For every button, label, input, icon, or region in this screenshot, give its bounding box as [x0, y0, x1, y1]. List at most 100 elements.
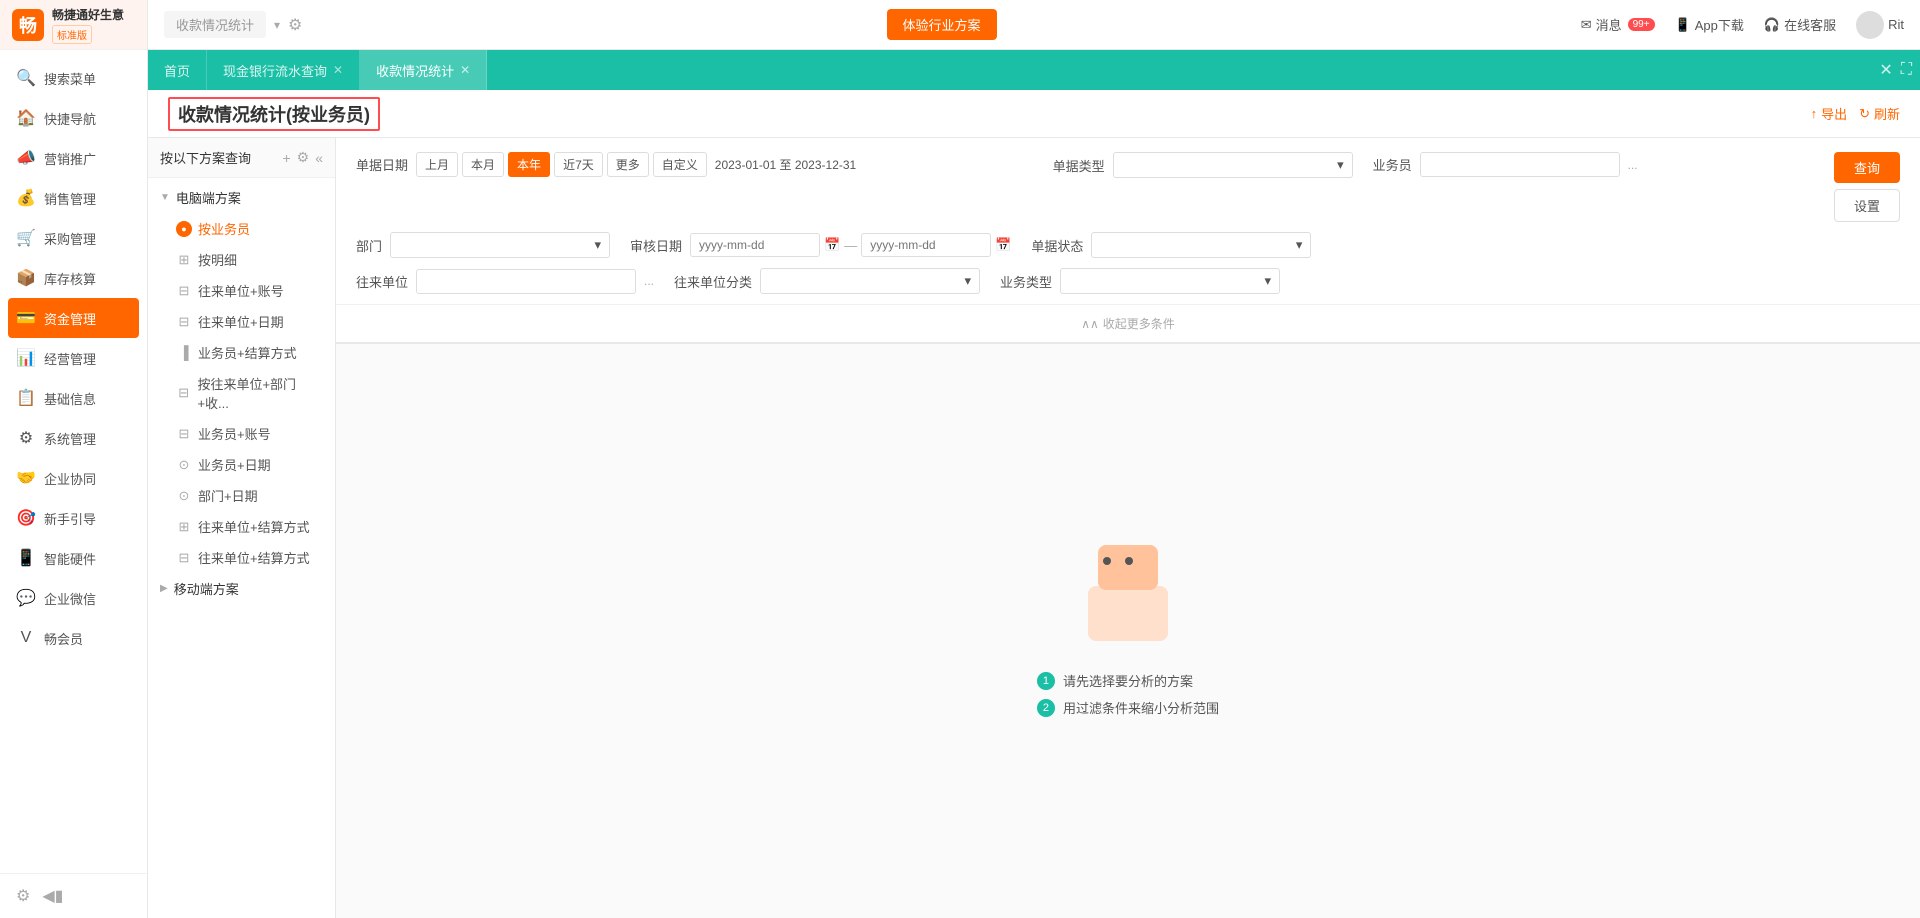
sidebar-item-hardware[interactable]: 📱智能硬件: [0, 538, 147, 578]
scheme-settings-icon[interactable]: ⚙: [297, 149, 310, 166]
collapse-bar[interactable]: ∧∧ 收起更多条件: [336, 304, 1920, 342]
scheme-group-title-移动端方案[interactable]: ▶移动端方案: [148, 573, 335, 604]
online-service-item[interactable]: 🎧 在线客服: [1764, 15, 1836, 34]
sidebar-item-inventory[interactable]: 📦库存核算: [0, 258, 147, 298]
group-expand-icon: ▶: [160, 583, 168, 594]
refresh-button[interactable]: ↻ 刷新: [1859, 104, 1900, 123]
scheme-item-部门+日期[interactable]: ⊙部门+日期: [148, 480, 335, 511]
scheme-item-业务员+结算方式[interactable]: ▐业务员+结算方式: [148, 337, 335, 368]
user-item[interactable]: Rit: [1856, 11, 1904, 39]
partner-more-icon[interactable]: ...: [644, 274, 654, 288]
sidebar: 畅 畅捷通好生意 标准版 🔍搜索菜单🏠快捷导航📣营销推广💰销售管理🛒采购管理📦库…: [0, 0, 148, 918]
salesman-more-icon[interactable]: ...: [1628, 158, 1638, 172]
scheme-header: 按以下方案查询 + ⚙ «: [148, 138, 335, 178]
group-label: 电脑端方案: [176, 188, 241, 207]
collapse-chevron: ∧∧: [1081, 317, 1099, 331]
date-btn-自定义[interactable]: 自定义: [653, 152, 707, 177]
app-download-item[interactable]: 📱 App下载: [1675, 15, 1744, 34]
calendar-icon-2[interactable]: 📅: [995, 237, 1011, 253]
scheme-group-title-电脑端方案[interactable]: ▼电脑端方案: [148, 182, 335, 213]
main-area: 收款情况统计 ▾ ⚙ 体验行业方案 ✉ 消息 99+ 📱 App下载 🎧 在线客…: [148, 0, 1920, 918]
date-btn-上月[interactable]: 上月: [416, 152, 458, 177]
date-btn-本年[interactable]: 本年: [508, 152, 550, 177]
sidebar-item-search[interactable]: 🔍搜索菜单: [0, 58, 147, 98]
review-date-end[interactable]: [861, 233, 991, 257]
scheme-item-按明细[interactable]: ⊞按明细: [148, 244, 335, 275]
nav-icon-search: 🔍: [16, 68, 36, 88]
scheme-item-往来单位+结算方式[interactable]: ⊟往来单位+结算方式: [148, 542, 335, 573]
scheme-item-按往来单位+部门+收...[interactable]: ⊟按往来单位+部门+收...: [148, 368, 335, 418]
sidebar-item-guide[interactable]: 🎯新手引导: [0, 498, 147, 538]
sidebar-item-finance[interactable]: 💳资金管理: [8, 298, 139, 338]
export-button[interactable]: ↑ 导出: [1811, 104, 1848, 123]
scheme-add-icon[interactable]: +: [282, 150, 290, 166]
dept-select[interactable]: ▾: [390, 232, 610, 258]
scheme-item-业务员+日期[interactable]: ⊙业务员+日期: [148, 449, 335, 480]
doc-status-select[interactable]: ▾: [1091, 232, 1311, 258]
biz-type-arrow: ▾: [1265, 273, 1272, 289]
scheme-item-按业务员[interactable]: ●按业务员: [148, 213, 335, 244]
scheme-item-label: 业务员+日期: [198, 455, 271, 474]
window-close-icon[interactable]: ✕: [1879, 60, 1892, 80]
scheme-collapse-icon[interactable]: «: [315, 150, 323, 166]
collapse-sidebar-icon[interactable]: ◀▮: [42, 886, 63, 906]
sidebar-item-wechat[interactable]: 💬企业微信: [0, 578, 147, 618]
scheme-item-往来单位+结算方式[interactable]: ⊞往来单位+结算方式: [148, 511, 335, 542]
message-item[interactable]: ✉ 消息 99+: [1581, 15, 1655, 34]
header-gear-icon[interactable]: ⚙: [288, 15, 302, 35]
sidebar-item-vip[interactable]: V畅会员: [0, 618, 147, 658]
nav-icon-vip: V: [16, 628, 36, 648]
scheme-item-业务员+账号[interactable]: ⊟业务员+账号: [148, 418, 335, 449]
review-date-start[interactable]: [690, 233, 820, 257]
biz-type-select[interactable]: ▾: [1060, 268, 1280, 294]
salesman-input[interactable]: [1429, 157, 1611, 172]
scheme-panel: 按以下方案查询 + ⚙ « ▼电脑端方案●按业务员⊞按明细⊟往来单位+账号⊟往来…: [148, 138, 336, 918]
tab-home[interactable]: 首页: [148, 50, 207, 90]
empty-state-area: 1 请先选择要分析的方案 2 用过滤条件来缩小分析范围: [336, 343, 1920, 918]
partner-label: 往来单位: [356, 272, 408, 291]
scheme-item-bar-icon: ▐: [179, 345, 188, 360]
scheme-item-table-icon: ⊟: [179, 314, 190, 330]
robot-head: [1098, 545, 1158, 590]
settings-bottom-icon[interactable]: ⚙: [16, 886, 30, 906]
breadcrumb: 收款情况统计: [164, 11, 266, 38]
nav-label-enterprise: 企业协同: [44, 469, 96, 488]
date-btn-本月[interactable]: 本月: [462, 152, 504, 177]
sidebar-item-quick[interactable]: 🏠快捷导航: [0, 98, 147, 138]
date-separator: —: [844, 238, 857, 253]
online-service-label: 在线客服: [1784, 15, 1836, 34]
tab-bank[interactable]: 现金银行流水查询✕: [207, 50, 360, 90]
date-btn-更多[interactable]: 更多: [607, 152, 649, 177]
sidebar-item-operation[interactable]: 📊经营管理: [0, 338, 147, 378]
sidebar-item-system[interactable]: ⚙系统管理: [0, 418, 147, 458]
tab-collection[interactable]: 收款情况统计✕: [360, 50, 487, 90]
calendar-icon-1[interactable]: 📅: [824, 237, 840, 253]
scheme-item-往来单位+日期[interactable]: ⊟往来单位+日期: [148, 306, 335, 337]
partner-input[interactable]: [425, 274, 627, 289]
settings-button[interactable]: 设置: [1834, 189, 1900, 222]
query-button[interactable]: 查询: [1834, 152, 1900, 183]
doctype-select[interactable]: ▾: [1113, 152, 1353, 178]
nav-icon-wechat: 💬: [16, 588, 36, 608]
window-expand-icon[interactable]: ⛶: [1901, 61, 1912, 79]
review-date-filter: 审核日期 📅 — 📅: [630, 233, 1011, 257]
tab-close-bank[interactable]: ✕: [333, 63, 343, 77]
nav-label-guide: 新手引导: [44, 509, 96, 528]
scheme-item-label: 业务员+账号: [198, 424, 271, 443]
tab-close-collection[interactable]: ✕: [460, 63, 470, 77]
sidebar-item-purchase[interactable]: 🛒采购管理: [0, 218, 147, 258]
sidebar-item-enterprise[interactable]: 🤝企业协同: [0, 458, 147, 498]
partner-class-select[interactable]: ▾: [760, 268, 980, 294]
scheme-item-往来单位+账号[interactable]: ⊟往来单位+账号: [148, 275, 335, 306]
tab-bar: 首页现金银行流水查询✕收款情况统计✕✕⛶: [148, 50, 1920, 90]
sidebar-item-sales[interactable]: 💰销售管理: [0, 178, 147, 218]
sidebar-item-basic[interactable]: 📋基础信息: [0, 378, 147, 418]
logo-icon: 畅: [12, 9, 44, 41]
export-icon: ↑: [1811, 106, 1818, 121]
sidebar-item-marketing[interactable]: 📣营销推广: [0, 138, 147, 178]
trial-button[interactable]: 体验行业方案: [887, 9, 997, 40]
filter-row-3: 往来单位 ... 往来单位分类 ▾ 业务类型: [336, 258, 1920, 304]
app-download-icon: 📱: [1675, 17, 1691, 33]
date-btn-近7天[interactable]: 近7天: [554, 152, 603, 177]
breadcrumb-dropdown-icon[interactable]: ▾: [274, 18, 280, 32]
